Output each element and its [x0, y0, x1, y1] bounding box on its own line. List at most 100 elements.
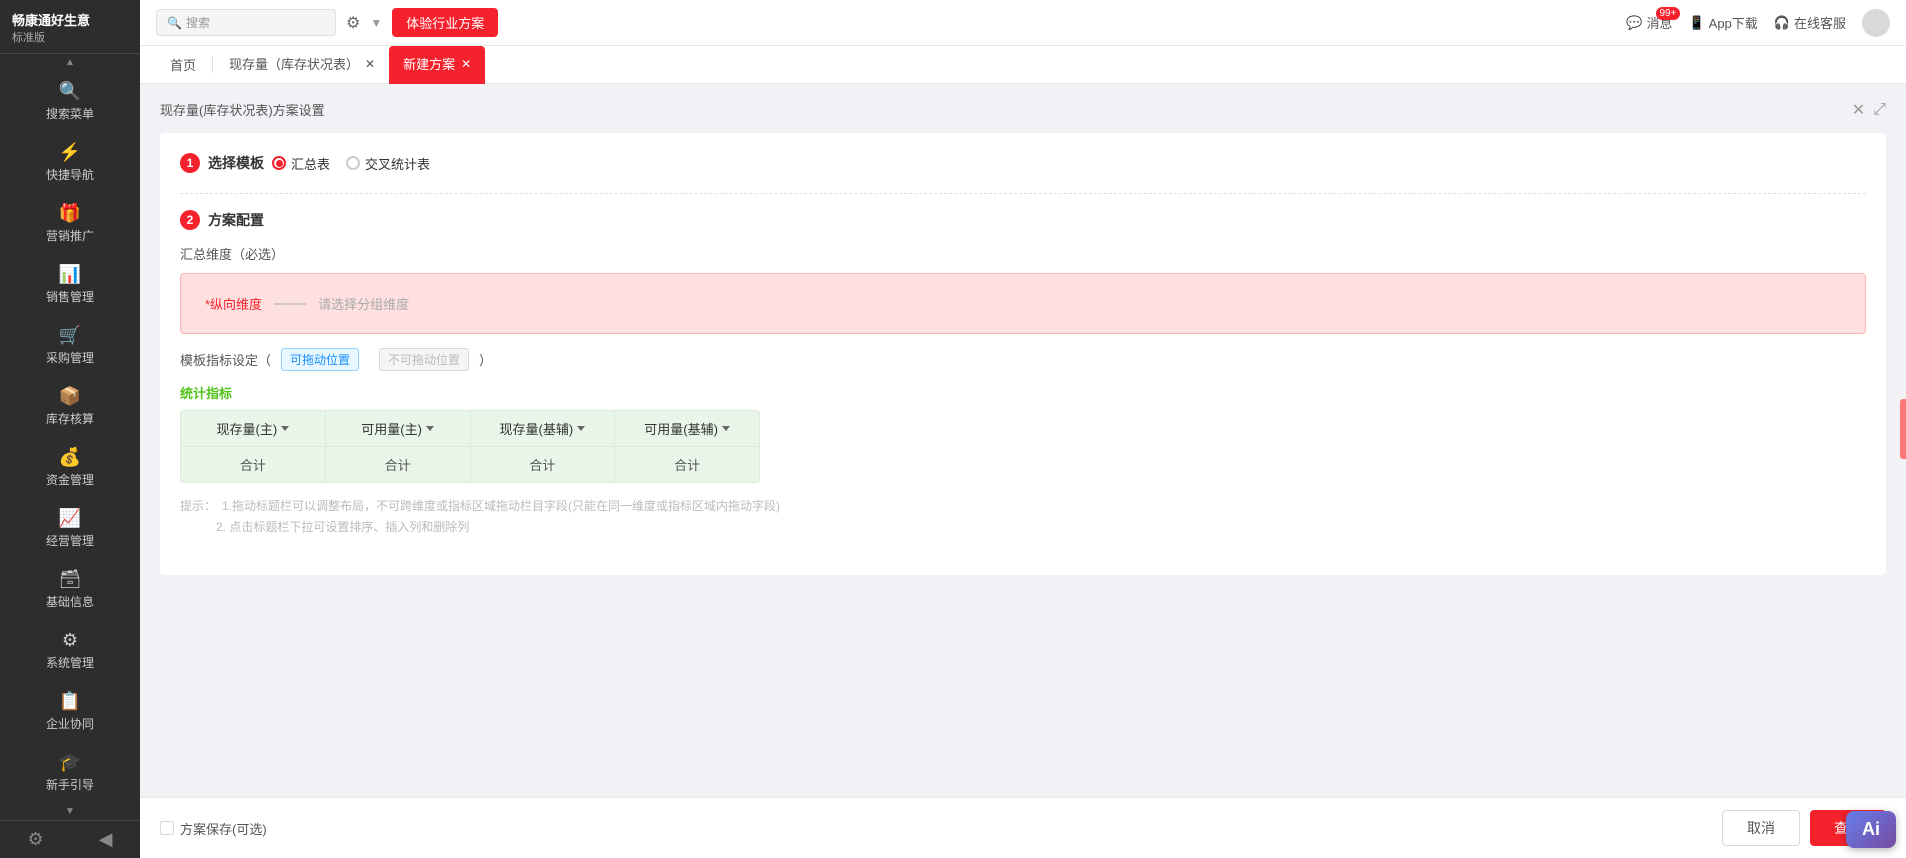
tab-new-plan[interactable]: 新建方案 ✕	[389, 46, 485, 84]
sidebar-item-operations[interactable]: 📈 经营管理	[0, 498, 140, 559]
save-label: 方案保存(可选)	[180, 819, 267, 838]
app-download-button[interactable]: 📱 App下载	[1688, 13, 1757, 32]
basic-icon: 🗃	[59, 569, 82, 590]
sidebar-item-quick-nav[interactable]: ⚡ 快捷导航	[0, 132, 140, 193]
messages-icon: 💬	[1626, 15, 1642, 31]
section2-num: 2	[180, 210, 200, 230]
sidebar-bottom: ⚙ ◀	[0, 820, 140, 858]
sidebar-item-label: 搜索菜单	[46, 105, 94, 122]
radio-crosstab[interactable]: 交叉统计表	[346, 154, 430, 173]
stats-col-header-3[interactable]: 可用量(基辅)	[615, 411, 759, 447]
stats-col-header-1[interactable]: 可用量(主)	[326, 411, 470, 447]
topbar: 🔍 搜索 ⚙ ▼ 体验行业方案 💬 消息 99+ 📱 App下载 🎧 在线客服	[140, 0, 1906, 46]
sidebar-item-label: 系统管理	[46, 654, 94, 671]
sidebar-item-label: 新手引导	[46, 776, 94, 793]
sidebar-item-label: 快捷导航	[46, 166, 94, 183]
search-box[interactable]: 🔍 搜索	[156, 9, 336, 36]
sidebar-item-search[interactable]: 🔍 搜索菜单	[0, 71, 140, 132]
online-service-label: 在线客服	[1794, 13, 1846, 32]
close-tab-inventory[interactable]: ✕	[365, 57, 375, 71]
radio-summary[interactable]: 汇总表	[272, 154, 330, 173]
avatar[interactable]	[1862, 9, 1890, 37]
sidebar-logo: 畅康通好生意 标准版	[0, 0, 140, 54]
app-download-icon: 📱	[1688, 15, 1704, 31]
messages-badge: 99+	[1656, 7, 1681, 20]
app-name: 畅康通好生意	[12, 10, 128, 29]
collapse-icon[interactable]: ◀	[99, 829, 113, 850]
tab-inventory[interactable]: 现存量（库存状况表） ✕	[215, 46, 389, 84]
finance-icon: 💰	[59, 447, 81, 468]
dimension-required: *纵向维度	[205, 294, 262, 313]
sidebar-item-system[interactable]: ⚙ 系统管理	[0, 620, 140, 681]
indicator-settings: 模板指标设定（ 可拖动位置 不可拖动位置 ）	[180, 348, 1866, 371]
page-title: 现存量(库存状况表)方案设置	[160, 100, 1886, 119]
indicator-label: 模板指标设定（	[180, 350, 271, 369]
settings-icon[interactable]: ⚙	[346, 13, 360, 33]
indicator-movable-tag: 可拖动位置	[281, 348, 359, 371]
messages-button[interactable]: 💬 消息 99+	[1626, 13, 1672, 32]
settings-icon[interactable]: ⚙	[28, 829, 44, 850]
save-option[interactable]: 方案保存(可选)	[160, 819, 267, 838]
sidebar-item-inventory[interactable]: 📦 库存核算	[0, 376, 140, 437]
sidebar-item-newbie[interactable]: 🎓 新手引导	[0, 742, 140, 803]
stats-col-header-label-1: 可用量(主)	[361, 419, 422, 438]
stats-col-2: 现存量(基辅) 合计	[471, 411, 616, 482]
footer: 方案保存(可选) 取消 查询	[140, 797, 1906, 858]
sales-icon: 📊	[59, 264, 81, 285]
radio-circle-crosstab	[346, 156, 360, 170]
stats-col-body-3: 合计	[615, 447, 759, 482]
close-tab-new-plan[interactable]: ✕	[461, 57, 471, 71]
stats-col-3: 可用量(基辅) 合计	[615, 411, 759, 482]
close-panel-icon[interactable]: ✕	[1852, 100, 1865, 120]
section-config: 2 方案配置 汇总维度（必选） *纵向维度 —— 请选择分组维度 模板指标设定（…	[180, 210, 1866, 535]
panel-controls: ✕ ⤢	[1852, 100, 1886, 120]
tip-text-0: 1.拖动标题栏可以调整布局，不可跨维度或指标区域拖动栏目字段(只能在同一维度或指…	[222, 497, 780, 514]
stats-col-header-label-3: 可用量(基辅)	[644, 419, 718, 438]
main-panel: ✕ ⤢ 1 选择模板 汇总表 交叉统计表	[160, 133, 1886, 575]
search-placeholder: 搜索	[186, 14, 210, 31]
industry-plan-button[interactable]: 体验行业方案	[392, 8, 498, 37]
dropdown-icon[interactable]: ▼	[370, 16, 382, 30]
sidebar-scroll-down[interactable]: ▼	[0, 803, 140, 820]
chevron-down-icon-2[interactable]	[577, 426, 585, 431]
template-radio-group: 汇总表 交叉统计表	[272, 154, 430, 173]
topbar-left: 🔍 搜索 ⚙ ▼ 体验行业方案	[156, 8, 498, 37]
sidebar-nav: 🔍 搜索菜单 ⚡ 快捷导航 🎁 营销推广 📊 销售管理 🛒 采购管理 📦 库存核…	[0, 71, 140, 803]
chevron-down-icon-3[interactable]	[722, 426, 730, 431]
sidebar-item-contract[interactable]: 📋 企业协同	[0, 681, 140, 742]
online-service-icon: 🎧	[1774, 15, 1790, 31]
sidebar-scroll-up[interactable]: ▲	[0, 54, 140, 71]
topbar-right: 💬 消息 99+ 📱 App下载 🎧 在线客服	[1626, 9, 1890, 37]
sidebar-item-purchase[interactable]: 🛒 采购管理	[0, 315, 140, 376]
main-area: 🔍 搜索 ⚙ ▼ 体验行业方案 💬 消息 99+ 📱 App下载 🎧 在线客服	[140, 0, 1906, 858]
stats-col-header-2[interactable]: 现存量(基辅)	[471, 411, 615, 447]
purchase-icon: 🛒	[59, 325, 81, 346]
chevron-down-icon-1[interactable]	[426, 426, 434, 431]
newbie-icon: 🎓	[59, 752, 81, 773]
sidebar-item-basic[interactable]: 🗃 基础信息	[0, 559, 140, 620]
chevron-down-icon-0[interactable]	[281, 426, 289, 431]
sidebar-item-sales[interactable]: 📊 销售管理	[0, 254, 140, 315]
stats-col-body-0: 合计	[181, 447, 325, 482]
stats-col-header-0[interactable]: 现存量(主)	[181, 411, 325, 447]
cancel-button[interactable]: 取消	[1722, 810, 1800, 846]
expand-panel-icon[interactable]: ⤢	[1873, 101, 1886, 119]
tip-spacer	[180, 518, 210, 535]
sidebar-item-finance[interactable]: 💰 资金管理	[0, 437, 140, 498]
tab-home[interactable]: 首页	[156, 46, 210, 84]
stats-col-header-label-2: 现存量(基辅)	[500, 419, 574, 438]
section2-title: 方案配置	[208, 210, 264, 230]
stats-table: 现存量(主) 合计 可用量(主) 合计	[180, 410, 760, 483]
section2-header: 2 方案配置	[180, 210, 1866, 230]
system-icon: ⚙	[62, 630, 78, 651]
stats-col-0: 现存量(主) 合计	[181, 411, 326, 482]
save-checkbox[interactable]	[160, 821, 174, 835]
content-area: 现存量(库存状况表)方案设置 ✕ ⤢ 1 选择模板 汇总表	[140, 84, 1906, 797]
stats-table-header: 现存量(主) 合计 可用量(主) 合计	[181, 411, 759, 482]
online-service-button[interactable]: 🎧 在线客服	[1774, 13, 1846, 32]
ai-button[interactable]: Ai	[1846, 811, 1896, 848]
app-version: 标准版	[12, 29, 128, 45]
dimension-box[interactable]: *纵向维度 —— 请选择分组维度	[180, 273, 1866, 334]
dimension-label: 汇总维度（必选）	[180, 244, 1866, 263]
sidebar-item-marketing[interactable]: 🎁 营销推广	[0, 193, 140, 254]
